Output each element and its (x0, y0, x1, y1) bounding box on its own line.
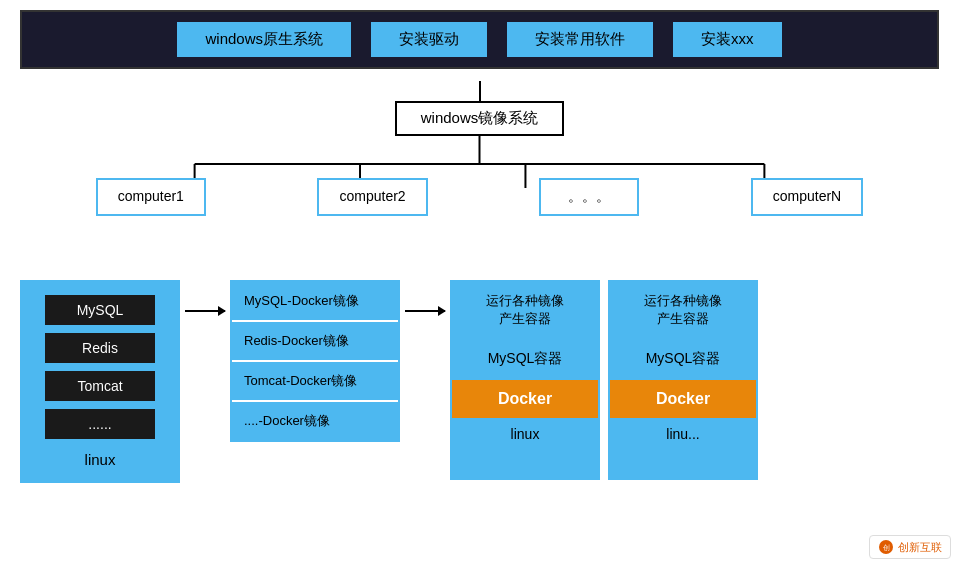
watermark-icon: 创 (878, 539, 894, 555)
arrow-1 (180, 280, 230, 312)
container-box-1: 运行各种镜像产生容器 MySQL容器 Docker linux (450, 280, 600, 480)
docker-list: MySQL-Docker镜像 Redis-Docker镜像 Tomcat-Doc… (230, 280, 400, 442)
container-1-docker: Docker (452, 380, 598, 418)
linux-item-dots: ...... (45, 409, 155, 439)
top-box-4: 安装xxx (673, 22, 782, 57)
windows-image-label: windows镜像系统 (395, 101, 565, 136)
docker-item-mysql: MySQL-Docker镜像 (232, 282, 398, 322)
computer-n: computerN (751, 178, 863, 216)
computer-dots: 。。。 (539, 178, 639, 216)
containers-section: 运行各种镜像产生容器 MySQL容器 Docker linux 运行各种镜像产生… (450, 280, 758, 480)
docker-item-redis: Redis-Docker镜像 (232, 322, 398, 362)
watermark-text: 创新互联 (898, 540, 942, 555)
container-2-linux: linu... (610, 418, 756, 478)
tree-area: computer1 computer2 。。。 computerN (20, 136, 939, 216)
computers-row: computer1 computer2 。。。 computerN (20, 178, 939, 216)
linux-item-tomcat: Tomcat (45, 371, 155, 401)
container-2-title: 运行各种镜像产生容器 (610, 282, 756, 338)
container-1-title: 运行各种镜像产生容器 (452, 282, 598, 338)
watermark: 创 创新互联 (869, 535, 951, 559)
windows-image-container: windows镜像系统 (20, 81, 939, 136)
arrow-right-2 (405, 310, 445, 312)
linux-box: MySQL Redis Tomcat ...... linux (20, 280, 180, 483)
connector-line-top (478, 81, 482, 101)
top-section: windows原生系统 安装驱动 安装常用软件 安装xxx windows镜像系… (20, 10, 939, 216)
container-1-linux: linux (452, 418, 598, 478)
linux-label: linux (85, 451, 116, 468)
container-box-2: 运行各种镜像产生容器 MySQL容器 Docker linu... (608, 280, 758, 480)
top-box-1: windows原生系统 (177, 22, 351, 57)
linux-item-mysql: MySQL (45, 295, 155, 325)
top-box-2: 安装驱动 (371, 22, 487, 57)
docker-item-tomcat: Tomcat-Docker镜像 (232, 362, 398, 402)
arrow-2 (400, 280, 450, 312)
container-1-mysql: MySQL容器 (452, 338, 598, 380)
container-2-docker: Docker (610, 380, 756, 418)
bottom-section: MySQL Redis Tomcat ...... linux MySQL-Do… (20, 280, 939, 483)
computer-1: computer1 (96, 178, 206, 216)
computer-2: computer2 (317, 178, 427, 216)
top-box-3: 安装常用软件 (507, 22, 653, 57)
container-2-mysql: MySQL容器 (610, 338, 756, 380)
arrow-right-1 (185, 310, 225, 312)
docker-item-dots: ....-Docker镜像 (232, 402, 398, 440)
linux-item-redis: Redis (45, 333, 155, 363)
svg-text:创: 创 (883, 544, 890, 551)
top-row: windows原生系统 安装驱动 安装常用软件 安装xxx (20, 10, 939, 69)
